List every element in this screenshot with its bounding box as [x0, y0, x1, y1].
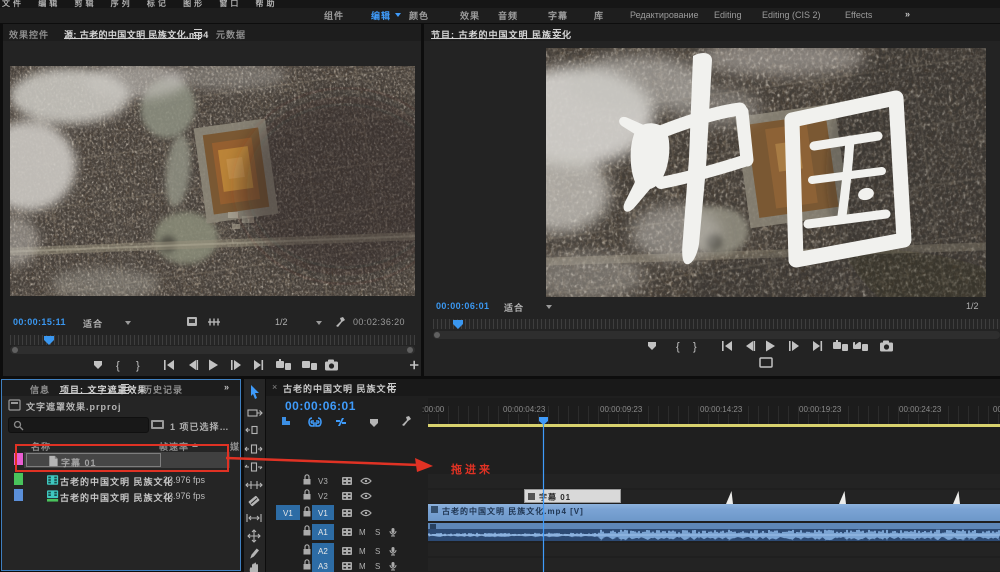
- svg-text:V1: V1: [283, 509, 293, 518]
- svg-text:A3: A3: [318, 562, 328, 571]
- svg-text:V2: V2: [318, 492, 328, 501]
- svg-text:A1: A1: [318, 528, 328, 537]
- svg-text:{: {: [676, 341, 680, 353]
- svg-text:S: S: [375, 528, 380, 537]
- svg-text:S: S: [375, 547, 380, 556]
- svg-text:M: M: [359, 528, 366, 537]
- svg-text:M: M: [359, 547, 366, 556]
- svg-text:}: }: [136, 360, 140, 372]
- svg-text:}: }: [693, 341, 697, 353]
- svg-text:S: S: [375, 562, 380, 571]
- svg-text:{: {: [116, 360, 120, 372]
- svg-text:V3: V3: [318, 477, 328, 486]
- svg-text:M: M: [359, 562, 366, 571]
- svg-text:V1: V1: [318, 509, 328, 518]
- svg-text:A2: A2: [318, 547, 328, 556]
